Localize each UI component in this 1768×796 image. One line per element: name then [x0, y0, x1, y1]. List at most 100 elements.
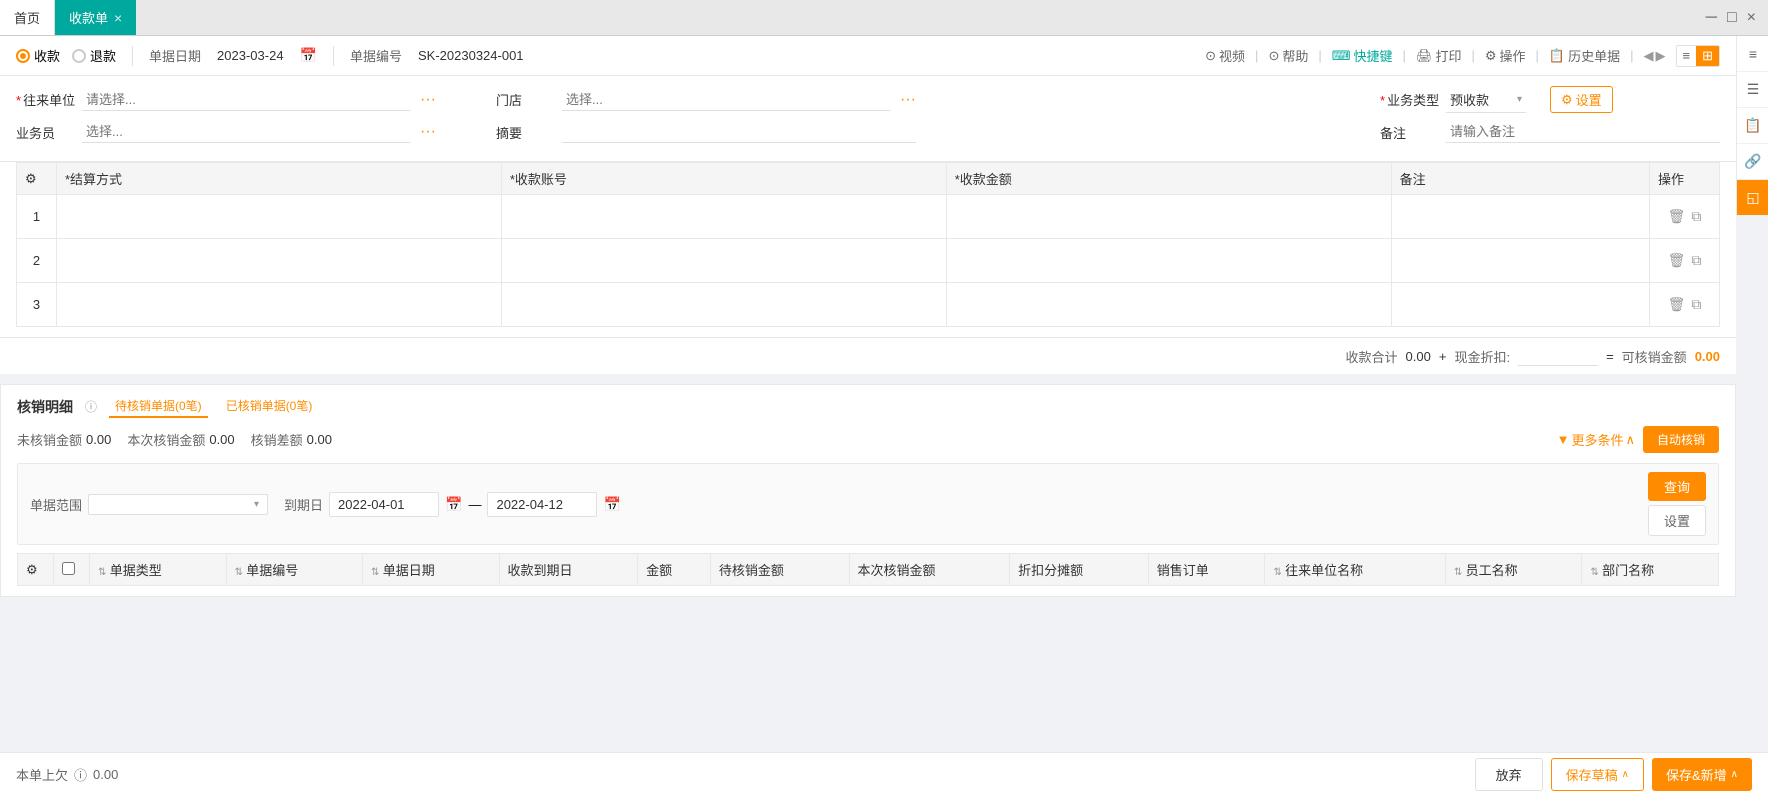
staff-field: 业务员 ···	[16, 121, 436, 143]
sort-type-icon[interactable]: ⇅	[98, 567, 106, 578]
row-copy-icon-1[interactable]: ⧉	[1691, 208, 1701, 225]
abandon-btn[interactable]: 放弃	[1475, 758, 1543, 791]
th-amount: *收款金额	[946, 163, 1391, 195]
row-amount-1[interactable]	[946, 195, 1391, 239]
query-btn[interactable]: 查询	[1648, 472, 1706, 501]
date-to-label: 到期日	[284, 495, 323, 514]
history-btn[interactable]: 📋 历史单据	[1549, 46, 1620, 65]
row-amount-2[interactable]	[946, 239, 1391, 283]
biz-type-label: 业务类型	[1380, 90, 1440, 109]
row-remark-1[interactable]	[1391, 195, 1649, 239]
close-icon[interactable]: ×	[1747, 9, 1756, 27]
row-settle-3[interactable]	[57, 283, 502, 327]
th-ops: 操作	[1650, 163, 1720, 195]
row-actions-1: 🗑 ⧉	[1658, 208, 1711, 225]
tab-home[interactable]: 首页	[0, 0, 55, 35]
row-account-1[interactable]	[501, 195, 946, 239]
detail-th-check[interactable]	[54, 554, 90, 586]
view-list-btn[interactable]: ≡	[1677, 46, 1697, 65]
sort-staff-icon[interactable]: ⇅	[1454, 567, 1462, 578]
row-amount-3[interactable]	[946, 283, 1391, 327]
store-more-icon[interactable]: ···	[900, 91, 916, 109]
sidebar-icon-4[interactable]: 🔗	[1737, 144, 1768, 180]
verify-tab-done[interactable]: 已核销单据(0笔)	[220, 395, 319, 418]
total-label: 收款合计	[1346, 347, 1398, 366]
verify-tab-pending[interactable]: 待核销单据(0笔)	[109, 395, 208, 418]
nav-next-icon[interactable]: ▶	[1656, 48, 1666, 64]
row-settle-1[interactable]	[57, 195, 502, 239]
help-btn[interactable]: ⊙ 帮助	[1268, 46, 1308, 65]
row-copy-icon-3[interactable]: ⧉	[1691, 296, 1701, 313]
sort-date-icon[interactable]: ⇅	[371, 567, 379, 578]
row-account-2[interactable]	[501, 239, 946, 283]
detail-gear-icon[interactable]: ⚙	[26, 562, 38, 577]
sidebar-icon-1[interactable]: ≡	[1737, 36, 1768, 72]
chevron-up-icon: ∧	[1625, 432, 1635, 448]
row-remark-2[interactable]	[1391, 239, 1649, 283]
tab-close-icon[interactable]: ×	[114, 10, 122, 26]
row-remark-3[interactable]	[1391, 283, 1649, 327]
save-draft-btn[interactable]: 保存草稿 ∧	[1551, 758, 1644, 791]
date-to-input[interactable]	[487, 492, 597, 517]
biz-type-select[interactable]: 预收款 ▾	[1446, 87, 1526, 113]
toolbar-right: ⊙ 视频 | ⊙ 帮助 | ⌨ 快捷键 | 🖨 打印 | ⚙ 操作	[1205, 45, 1720, 67]
row-account-3[interactable]	[501, 283, 946, 327]
ops-btn[interactable]: ⚙ 操作	[1485, 46, 1526, 65]
detail-th-discount: 折扣分摊额	[1010, 554, 1149, 586]
detail-th-gear[interactable]: ⚙	[18, 554, 54, 586]
date-calendar-icon[interactable]: 📅	[300, 47, 317, 64]
store-label: 门店	[496, 90, 556, 109]
partner-input[interactable]	[82, 89, 410, 111]
nav-prev-icon[interactable]: ◀	[1644, 48, 1654, 64]
remark-input[interactable]	[1446, 121, 1720, 143]
save-new-btn[interactable]: 保存&新增 ∧	[1652, 758, 1752, 791]
shortcut-btn[interactable]: ⌨ 快捷键	[1332, 46, 1393, 65]
form-settings-btn[interactable]: ⚙ 设置	[1550, 86, 1613, 113]
summary-input[interactable]	[562, 121, 916, 143]
radio-refund[interactable]: 退款	[72, 46, 116, 65]
sidebar-icon-5[interactable]: ◱	[1737, 180, 1768, 216]
sort-partner-icon[interactable]: ⇅	[1273, 567, 1281, 578]
view-grid-btn[interactable]: ⊞	[1696, 46, 1719, 66]
row-delete-icon-3[interactable]: 🗑	[1668, 296, 1686, 313]
verify-title: 核销明细	[17, 397, 73, 417]
video-btn[interactable]: ⊙ 视频	[1205, 46, 1245, 65]
range-select[interactable]: ▾	[88, 494, 268, 515]
date-from-calendar-icon[interactable]: 📅	[445, 496, 462, 513]
print-btn[interactable]: 🖨 打印	[1416, 46, 1462, 65]
current-stat: 本次核销金额 0.00	[127, 430, 234, 449]
table-gear-icon[interactable]: ⚙	[25, 171, 37, 186]
sort-num-icon[interactable]: ⇅	[235, 567, 243, 578]
summary-row: 收款合计 0.00 + 现金折扣: = 可核销金额 0.00	[0, 337, 1736, 374]
equals-sign: =	[1606, 349, 1614, 364]
radio-receipt[interactable]: 收款	[16, 46, 60, 65]
verify-settings-btn[interactable]: 设置	[1648, 505, 1706, 536]
unchecked-stat: 未核销金额 0.00	[17, 430, 111, 449]
diff-stat: 核销差额 0.00	[251, 430, 332, 449]
date-from-input[interactable]	[329, 492, 439, 517]
staff-input[interactable]	[82, 121, 410, 143]
maximize-icon[interactable]: □	[1727, 9, 1737, 27]
discount-input[interactable]	[1518, 346, 1598, 366]
sidebar-icon-2[interactable]: ☰	[1737, 72, 1768, 108]
row-delete-icon-1[interactable]: 🗑	[1668, 208, 1686, 225]
date-to-calendar-icon[interactable]: 📅	[603, 496, 620, 513]
verify-info-icon[interactable]: ⓘ	[85, 398, 97, 415]
detail-check-all[interactable]	[62, 562, 75, 575]
row-copy-icon-2[interactable]: ⧉	[1691, 252, 1701, 269]
auto-verify-btn[interactable]: 自动核销	[1643, 426, 1719, 453]
sidebar-icon-3[interactable]: 📋	[1737, 108, 1768, 144]
total-value: 0.00	[1406, 349, 1431, 364]
th-gear[interactable]: ⚙	[17, 163, 57, 195]
discount-label: 现金折扣:	[1454, 347, 1510, 366]
sort-dept-icon[interactable]: ⇅	[1590, 567, 1598, 578]
partner-more-icon[interactable]: ···	[420, 91, 436, 109]
store-input[interactable]	[562, 89, 890, 111]
row-delete-icon-2[interactable]: 🗑	[1668, 252, 1686, 269]
minimize-icon[interactable]: ─	[1706, 9, 1717, 27]
row-settle-2[interactable]	[57, 239, 502, 283]
tab-active-label: 收款单	[69, 8, 108, 27]
staff-more-icon[interactable]: ···	[420, 123, 436, 141]
more-conditions-btn[interactable]: ▼ 更多条件 ∧	[1557, 430, 1635, 449]
tab-active[interactable]: 收款单 ×	[55, 0, 136, 35]
